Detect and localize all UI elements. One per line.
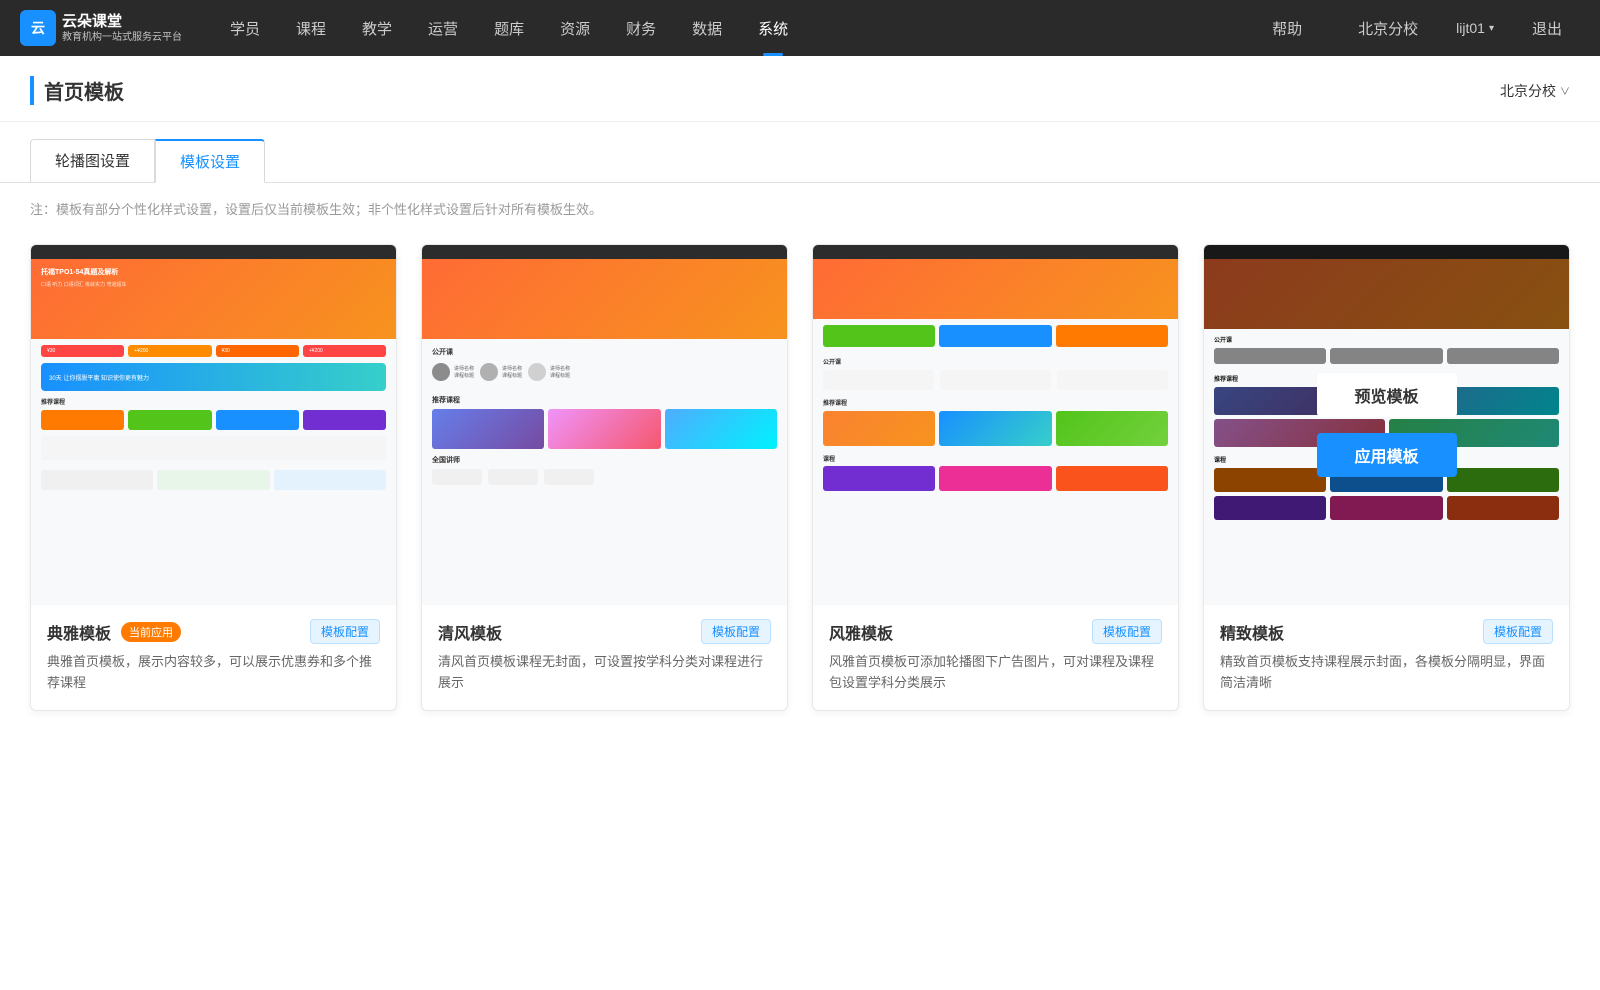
tab-template[interactable]: 模板设置	[155, 139, 265, 183]
logo-icon: 云	[20, 10, 56, 46]
template-name-fengya: 风雅模板	[829, 620, 893, 644]
tabs-container: 轮播图设置 模板设置	[0, 122, 1600, 183]
tab-carousel[interactable]: 轮播图设置	[30, 139, 155, 183]
template-title-row-qingfeng: 清风模板 模板配置	[438, 619, 771, 644]
template-card-qingfeng: 公开课 讲师名称课程标题 讲师名称课程标题	[421, 244, 788, 711]
template-info-qingfeng: 清风模板 模板配置 清风首页模板课程无封面，可设置按学科分类对课程进行展示	[422, 605, 787, 710]
template-overlay-jingzhi: 预览模板 应用模板	[1204, 245, 1569, 605]
branch-selector[interactable]: 北京分校 ∨	[1500, 81, 1570, 101]
page-header: 首页模板 北京分校 ∨	[0, 56, 1600, 122]
nav-item-finance[interactable]: 财务	[608, 0, 674, 56]
preview-template-button[interactable]: 预览模板	[1317, 373, 1457, 417]
template-mockup-3: 公开课 推荐课程	[813, 245, 1178, 605]
template-preview-jingzhi[interactable]: 公开课 推荐课程	[1204, 245, 1569, 605]
config-button-qingfeng[interactable]: 模板配置	[701, 619, 771, 644]
nav-item-questionbank[interactable]: 题库	[476, 0, 542, 56]
apply-template-button[interactable]: 应用模板	[1317, 433, 1457, 477]
template-desc-fengya: 风雅首页模板可添加轮播图下广告图片，可对课程及课程包设置学科分类展示	[829, 652, 1162, 694]
template-info-jingzhi: 精致模板 模板配置 精致首页模板支持课程展示封面，各模板分隔明显，界面简洁清晰	[1204, 605, 1569, 710]
template-name-elegant: 典雅模板	[47, 620, 111, 644]
template-mockup-2: 公开课 讲师名称课程标题 讲师名称课程标题	[422, 245, 787, 605]
nav-item-system[interactable]: 系统	[740, 0, 806, 56]
chevron-down-icon: ∨	[1560, 83, 1570, 98]
template-title-row-elegant: 典雅模板 当前应用 模板配置	[47, 619, 380, 644]
template-preview-elegant[interactable]: 托福TPO1-54真题及解析 口语 听力 口语词汇 练就实力 弯道超车 ¥30 …	[31, 245, 396, 605]
template-preview-qingfeng[interactable]: 公开课 讲师名称课程标题 讲师名称课程标题	[422, 245, 787, 605]
nav-help[interactable]: 帮助	[1254, 0, 1320, 56]
nav-item-operations[interactable]: 运营	[410, 0, 476, 56]
template-info-fengya: 风雅模板 模板配置 风雅首页模板可添加轮播图下广告图片，可对课程及课程包设置学科…	[813, 605, 1178, 710]
template-name-qingfeng: 清风模板	[438, 620, 502, 644]
page-content: 首页模板 北京分校 ∨ 轮播图设置 模板设置 注：模板有部分个性化样式设置，设置…	[0, 56, 1600, 990]
template-title-row-jingzhi: 精致模板 模板配置	[1220, 619, 1553, 644]
template-card-jingzhi: 公开课 推荐课程	[1203, 244, 1570, 711]
template-desc-elegant: 典雅首页模板，展示内容较多，可以展示优惠券和多个推荐课程	[47, 652, 380, 694]
badge-current-elegant: 当前应用	[121, 622, 181, 642]
nav-item-students[interactable]: 学员	[212, 0, 278, 56]
nav-items: 学员 课程 教学 运营 题库 资源 财务 数据 系统	[212, 0, 806, 56]
chevron-down-icon: ▾	[1489, 23, 1494, 34]
username: lijt01	[1456, 20, 1485, 36]
template-info-elegant: 典雅模板 当前应用 模板配置 典雅首页模板，展示内容较多，可以展示优惠券和多个推…	[31, 605, 396, 710]
template-card-fengya: 公开课 推荐课程	[812, 244, 1179, 711]
logo-text: 云朵课堂 教育机构一站式服务云平台	[62, 12, 182, 45]
nav-item-teaching[interactable]: 教学	[344, 0, 410, 56]
nav-logout[interactable]: 退出	[1514, 0, 1580, 56]
template-desc-qingfeng: 清风首页模板课程无封面，可设置按学科分类对课程进行展示	[438, 652, 771, 694]
config-button-fengya[interactable]: 模板配置	[1092, 619, 1162, 644]
branch-name: 北京分校	[1500, 81, 1556, 101]
template-card-elegant: 托福TPO1-54真题及解析 口语 听力 口语词汇 练就实力 弯道超车 ¥30 …	[30, 244, 397, 711]
templates-grid: 托福TPO1-54真题及解析 口语 听力 口语词汇 练就实力 弯道超车 ¥30 …	[0, 234, 1600, 751]
nav-left: 云 云朵课堂 教育机构一站式服务云平台 学员 课程 教学 运营 题库 资源 财务…	[20, 0, 806, 56]
config-button-elegant[interactable]: 模板配置	[310, 619, 380, 644]
notice-text: 注：模板有部分个性化样式设置，设置后仅当前模板生效；非个性化样式设置后针对所有模…	[0, 183, 1600, 234]
logo[interactable]: 云 云朵课堂 教育机构一站式服务云平台	[20, 10, 182, 46]
template-title-row-fengya: 风雅模板 模板配置	[829, 619, 1162, 644]
nav-item-data[interactable]: 数据	[674, 0, 740, 56]
nav-right: 帮助 北京分校 lijt01 ▾ 退出	[1254, 0, 1580, 56]
page-title: 首页模板	[30, 76, 124, 105]
template-preview-fengya[interactable]: 公开课 推荐课程	[813, 245, 1178, 605]
top-navigation: 云 云朵课堂 教育机构一站式服务云平台 学员 课程 教学 运营 题库 资源 财务…	[0, 0, 1600, 56]
tabs: 轮播图设置 模板设置	[30, 138, 1570, 182]
config-button-jingzhi[interactable]: 模板配置	[1483, 619, 1553, 644]
template-mockup-1: 托福TPO1-54真题及解析 口语 听力 口语词汇 练就实力 弯道超车 ¥30 …	[31, 245, 396, 605]
nav-branch[interactable]: 北京分校	[1340, 0, 1436, 56]
user-dropdown[interactable]: lijt01 ▾	[1456, 20, 1494, 36]
nav-item-resources[interactable]: 资源	[542, 0, 608, 56]
nav-item-courses[interactable]: 课程	[278, 0, 344, 56]
template-name-jingzhi: 精致模板	[1220, 620, 1284, 644]
template-desc-jingzhi: 精致首页模板支持课程展示封面，各模板分隔明显，界面简洁清晰	[1220, 652, 1553, 694]
